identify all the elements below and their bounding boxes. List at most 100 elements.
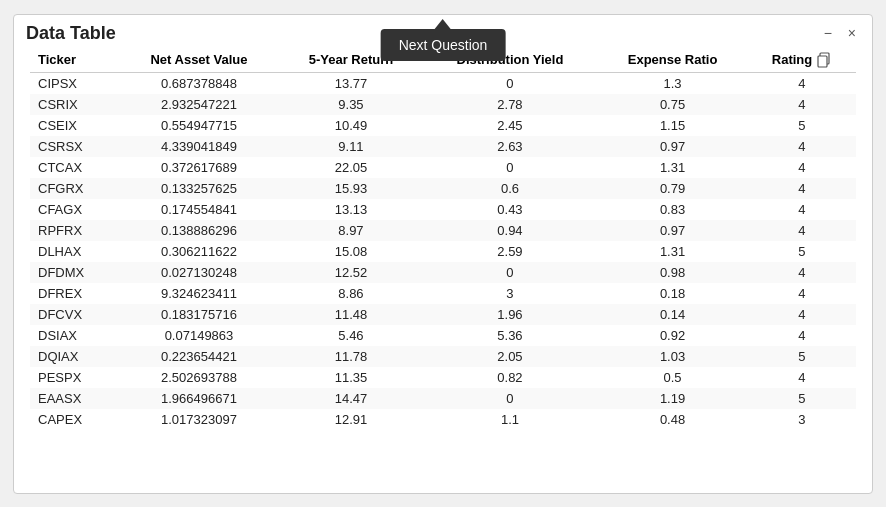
- table-cell: 1.03: [597, 346, 747, 367]
- table-cell: 12.91: [279, 409, 422, 430]
- table-row: CSEIX0.55494771510.492.451.155: [30, 115, 856, 136]
- table-cell: 1.017323097: [119, 409, 280, 430]
- table-cell: 1.966496671: [119, 388, 280, 409]
- table-cell: 1.15: [597, 115, 747, 136]
- table-cell: 0.6: [423, 178, 598, 199]
- table-row: DFCVX0.18317571611.481.960.144: [30, 304, 856, 325]
- table-cell: 0.223654421: [119, 346, 280, 367]
- table-row: EAASX1.96649667114.4701.195: [30, 388, 856, 409]
- table-cell: 0: [423, 73, 598, 95]
- table-row: CFGRX0.13325762515.930.60.794: [30, 178, 856, 199]
- table-cell: DFREX: [30, 283, 119, 304]
- table-cell: CSRSX: [30, 136, 119, 157]
- table-cell: CFAGX: [30, 199, 119, 220]
- table-cell: 10.49: [279, 115, 422, 136]
- table-cell: 4: [748, 199, 856, 220]
- table-cell: 2.78: [423, 94, 598, 115]
- table-cell: RPFRX: [30, 220, 119, 241]
- rating-label: Rating: [772, 52, 812, 67]
- table-cell: 3: [748, 409, 856, 430]
- table-cell: 5: [748, 346, 856, 367]
- table-cell: 0.48: [597, 409, 747, 430]
- table-cell: 4: [748, 262, 856, 283]
- table-row: DQIAX0.22365442111.782.051.035: [30, 346, 856, 367]
- table-cell: 0.174554841: [119, 199, 280, 220]
- copy-icon[interactable]: [816, 52, 832, 68]
- table-cell: 0.687378848: [119, 73, 280, 95]
- table-cell: 0.133257625: [119, 178, 280, 199]
- close-button[interactable]: ×: [844, 23, 860, 43]
- table-cell: 1.3: [597, 73, 747, 95]
- table-cell: 4: [748, 157, 856, 178]
- table-cell: DFDMX: [30, 262, 119, 283]
- table-cell: 4: [748, 304, 856, 325]
- table-cell: 0.07149863: [119, 325, 280, 346]
- table-cell: 0.75: [597, 94, 747, 115]
- table-row: CTCAX0.37261768922.0501.314: [30, 157, 856, 178]
- table-cell: 0.554947715: [119, 115, 280, 136]
- tooltip-arrow: [435, 19, 451, 29]
- table-row: DSIAX0.071498635.465.360.924: [30, 325, 856, 346]
- table-cell: 0.306211622: [119, 241, 280, 262]
- table-cell: 4: [748, 73, 856, 95]
- table-row: CAPEX1.01732309712.911.10.483: [30, 409, 856, 430]
- next-question-button[interactable]: Next Question: [381, 29, 506, 61]
- table-cell: 0.18: [597, 283, 747, 304]
- table-cell: 5: [748, 388, 856, 409]
- table-cell: 12.52: [279, 262, 422, 283]
- next-question-container: Next Question: [381, 19, 506, 61]
- table-cell: 0.138886296: [119, 220, 280, 241]
- table-cell: 9.11: [279, 136, 422, 157]
- table-cell: 8.86: [279, 283, 422, 304]
- table-cell: DFCVX: [30, 304, 119, 325]
- table-cell: 0.79: [597, 178, 747, 199]
- svg-rect-1: [818, 56, 827, 67]
- title-bar: Data Table Next Question − ×: [14, 15, 872, 48]
- table-cell: 1.96: [423, 304, 598, 325]
- table-cell: 2.45: [423, 115, 598, 136]
- table-cell: 15.93: [279, 178, 422, 199]
- table-cell: 13.77: [279, 73, 422, 95]
- table-cell: CSRIX: [30, 94, 119, 115]
- minimize-button[interactable]: −: [820, 23, 836, 43]
- window-title: Data Table: [26, 23, 116, 44]
- table-row: RPFRX0.1388862968.970.940.974: [30, 220, 856, 241]
- table-cell: 4: [748, 220, 856, 241]
- table-row: DFDMX0.02713024812.5200.984: [30, 262, 856, 283]
- table-cell: 0.97: [597, 220, 747, 241]
- table-cell: 5: [748, 115, 856, 136]
- table-row: CSRIX2.9325472219.352.780.754: [30, 94, 856, 115]
- table-cell: CSEIX: [30, 115, 119, 136]
- col-header-rating: Rating: [748, 48, 856, 73]
- table-cell: CTCAX: [30, 157, 119, 178]
- table-cell: 4: [748, 178, 856, 199]
- table-cell: 0: [423, 157, 598, 178]
- table-cell: CAPEX: [30, 409, 119, 430]
- table-cell: 0.97: [597, 136, 747, 157]
- table-row: CIPSX0.68737884813.7701.34: [30, 73, 856, 95]
- table-cell: 3: [423, 283, 598, 304]
- table-cell: 15.08: [279, 241, 422, 262]
- table-cell: 2.05: [423, 346, 598, 367]
- table-cell: 2.59: [423, 241, 598, 262]
- table-cell: 0.027130248: [119, 262, 280, 283]
- table-cell: 2.932547221: [119, 94, 280, 115]
- table-cell: 0.94: [423, 220, 598, 241]
- table-cell: 0.82: [423, 367, 598, 388]
- table-row: PESPX2.50269378811.350.820.54: [30, 367, 856, 388]
- table-cell: 5: [748, 241, 856, 262]
- table-row: DLHAX0.30621162215.082.591.315: [30, 241, 856, 262]
- data-table: Ticker Net Asset Value 5-Year Return Dis…: [30, 48, 856, 431]
- table-cell: 5.36: [423, 325, 598, 346]
- table-cell: CFGRX: [30, 178, 119, 199]
- table-body: CIPSX0.68737884813.7701.34CSRIX2.9325472…: [30, 73, 856, 431]
- title-bar-controls: − ×: [820, 23, 860, 43]
- table-cell: 0.43: [423, 199, 598, 220]
- table-cell: 9.324623411: [119, 283, 280, 304]
- table-cell: 0.5: [597, 367, 747, 388]
- table-cell: DQIAX: [30, 346, 119, 367]
- table-cell: 4: [748, 136, 856, 157]
- table-cell: 4: [748, 94, 856, 115]
- table-cell: 0: [423, 262, 598, 283]
- table-row: CSRSX4.3390418499.112.630.974: [30, 136, 856, 157]
